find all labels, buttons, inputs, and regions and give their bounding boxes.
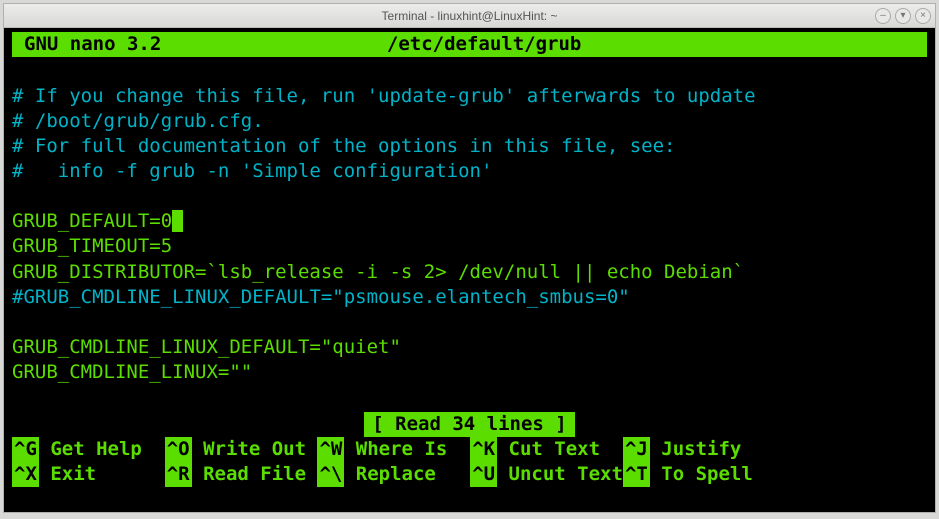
editor-line[interactable] bbox=[12, 310, 927, 335]
terminal-window: Terminal - linuxhint@LinuxHint: ~ ‒ ▾ × … bbox=[3, 3, 936, 513]
shortcut-item[interactable]: ^T To Spell bbox=[623, 462, 753, 487]
maximize-button[interactable]: ▾ bbox=[895, 8, 911, 24]
shortcut-label: Cut Text bbox=[497, 437, 623, 462]
editor-line[interactable]: # If you change this file, run 'update-g… bbox=[12, 84, 927, 109]
shortcut-key: ^K bbox=[470, 437, 497, 462]
editor-line[interactable]: GRUB_DISTRIBUTOR=`lsb_release -i -s 2> /… bbox=[12, 260, 927, 285]
nano-shortcuts: ^G Get Help ^O Write Out ^W Where Is ^K … bbox=[12, 437, 927, 487]
editor-line[interactable]: GRUB_TIMEOUT=5 bbox=[12, 234, 927, 259]
editor-cursor bbox=[172, 210, 183, 232]
shortcut-key: ^J bbox=[623, 437, 650, 462]
shortcut-item[interactable]: ^X Exit bbox=[12, 462, 165, 487]
close-button[interactable]: × bbox=[915, 8, 931, 24]
shortcut-key: ^X bbox=[12, 462, 39, 487]
window-titlebar: Terminal - linuxhint@LinuxHint: ~ ‒ ▾ × bbox=[4, 4, 935, 28]
shortcut-item[interactable]: ^W Where Is bbox=[317, 437, 470, 462]
window-controls: ‒ ▾ × bbox=[875, 8, 931, 24]
nano-filename: /etc/default/grub bbox=[161, 32, 807, 57]
nano-status: [ Read 34 lines ] bbox=[364, 412, 574, 437]
nano-status-line: [ Read 34 lines ] bbox=[12, 412, 927, 437]
editor-line[interactable]: # info -f grub -n 'Simple configuration' bbox=[12, 159, 927, 184]
editor-line[interactable] bbox=[12, 184, 927, 209]
shortcut-item[interactable]: ^J Justify bbox=[623, 437, 741, 462]
minimize-button[interactable]: ‒ bbox=[875, 8, 891, 24]
shortcut-key: ^G bbox=[12, 437, 39, 462]
editor-line[interactable]: GRUB_DEFAULT=0 bbox=[12, 209, 927, 234]
editor-line[interactable]: #GRUB_CMDLINE_LINUX_DEFAULT="psmouse.ela… bbox=[12, 285, 927, 310]
editor-line[interactable]: GRUB_CMDLINE_LINUX_DEFAULT="quiet" bbox=[12, 335, 927, 360]
shortcut-label: Exit bbox=[39, 462, 165, 487]
terminal-viewport[interactable]: GNU nano 3.2 /etc/default/grub # If you … bbox=[4, 28, 935, 512]
shortcut-label: Get Help bbox=[39, 437, 165, 462]
spacer bbox=[12, 59, 927, 84]
shortcut-key: ^T bbox=[623, 462, 650, 487]
shortcut-label: Replace bbox=[344, 462, 470, 487]
shortcut-item[interactable]: ^R Read File bbox=[165, 462, 318, 487]
shortcut-label: Justify bbox=[650, 437, 742, 462]
shortcut-item[interactable]: ^G Get Help bbox=[12, 437, 165, 462]
shortcut-item[interactable]: ^O Write Out bbox=[165, 437, 318, 462]
shortcut-label: To Spell bbox=[650, 462, 753, 487]
editor-line[interactable]: # /boot/grub/grub.cfg. bbox=[12, 109, 927, 134]
editor-line[interactable]: GRUB_CMDLINE_LINUX="" bbox=[12, 360, 927, 385]
shortcut-label: Write Out bbox=[192, 437, 318, 462]
shortcut-key: ^R bbox=[165, 462, 192, 487]
editor-line[interactable]: # For full documentation of the options … bbox=[12, 134, 927, 159]
spacer bbox=[12, 385, 927, 410]
shortcut-key: ^W bbox=[317, 437, 344, 462]
shortcut-key: ^O bbox=[165, 437, 192, 462]
window-title: Terminal - linuxhint@LinuxHint: ~ bbox=[382, 9, 558, 23]
shortcut-key: ^\ bbox=[317, 462, 344, 487]
shortcut-item[interactable]: ^K Cut Text bbox=[470, 437, 623, 462]
shortcut-key: ^U bbox=[470, 462, 497, 487]
editor-content[interactable]: # If you change this file, run 'update-g… bbox=[12, 84, 927, 385]
shortcut-item[interactable]: ^\ Replace bbox=[317, 462, 470, 487]
shortcut-row: ^X Exit ^R Read File ^\ Replace ^U Uncut… bbox=[12, 462, 927, 487]
shortcut-row: ^G Get Help ^O Write Out ^W Where Is ^K … bbox=[12, 437, 927, 462]
shortcut-item[interactable]: ^U Uncut Text bbox=[470, 462, 623, 487]
shortcut-label: Uncut Text bbox=[497, 462, 623, 487]
nano-version: GNU nano 3.2 bbox=[12, 32, 161, 57]
nano-header-bar: GNU nano 3.2 /etc/default/grub bbox=[12, 32, 927, 57]
shortcut-label: Read File bbox=[192, 462, 318, 487]
shortcut-label: Where Is bbox=[344, 437, 470, 462]
